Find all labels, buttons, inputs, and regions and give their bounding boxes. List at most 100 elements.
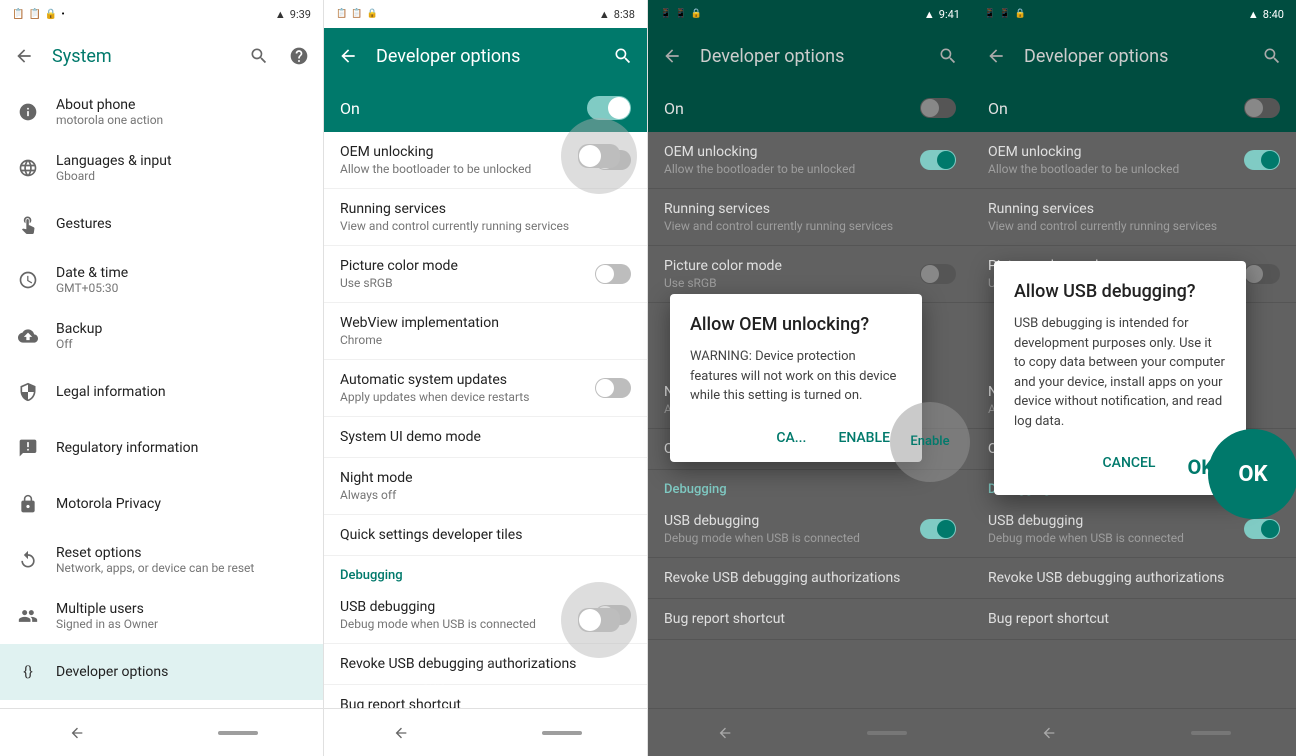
about-phone-label: About phone [56,97,163,113]
about-phone-text: About phone motorola one action [56,97,163,127]
sidebar-item-developer[interactable]: {} Developer options [0,644,323,700]
setting-system-ui-demo[interactable]: System UI demo mode [324,417,647,458]
night-mode-sub-2: Always off [340,488,631,502]
enable-btn-highlighted[interactable]: Enable [910,434,949,449]
running-services-sub: View and control currently running servi… [340,219,631,233]
setting-quick-tiles[interactable]: Quick settings developer tiles [324,515,647,556]
on-label-2: On [340,99,360,118]
oem-title: OEM unlocking [340,144,531,160]
reset-sub: Network, apps, or device can be reset [56,561,254,575]
regulatory-label: Regulatory information [56,440,198,456]
sidebar-item-motorola-privacy[interactable]: Motorola Privacy [0,476,323,532]
backup-text: Backup Off [56,321,102,351]
sidebar-item-legal[interactable]: Legal information [0,364,323,420]
picture-title: Picture color mode [340,258,458,274]
dot-icon: • [61,9,64,20]
setting-picture-color[interactable]: Picture color mode Use sRGB [324,246,647,303]
gestures-text: Gestures [56,216,112,232]
webview-sub: Chrome [340,333,631,347]
search-button-2[interactable] [611,44,635,68]
usb-debug-title: USB debugging [340,599,536,615]
help-button[interactable] [287,44,311,68]
date-time-label: Date & time [56,265,128,281]
dev-options-title: Developer options [376,46,595,67]
wifi-icon-2: ▲ [599,8,610,21]
setting-bug-report[interactable]: Bug report shortcut [324,685,647,708]
language-icon [16,156,40,180]
on-toggle-2[interactable] [587,96,631,120]
languages-text: Languages & input Gboard [56,153,172,183]
sidebar-item-languages[interactable]: Languages & input Gboard [0,140,323,196]
picture-row: Picture color mode Use sRGB [340,258,631,290]
revoke-usb-title: Revoke USB debugging authorizations [340,656,631,672]
users-sub: Signed in as Owner [56,617,158,631]
motorola-privacy-text: Motorola Privacy [56,496,161,512]
back-nav-1[interactable] [65,721,89,745]
usb-cancel-button[interactable]: Cancel [1091,447,1168,487]
usb-dialog: Allow USB debugging? USB debugging is in… [994,261,1246,495]
back-nav-2[interactable] [389,721,413,745]
reset-text: Reset options Network, apps, or device c… [56,545,254,575]
sidebar-item-regulatory[interactable]: Regulatory information [0,420,323,476]
reset-label: Reset options [56,545,254,561]
oem-text: OEM unlocking Allow the bootloader to be… [340,144,531,176]
enable-circle-highlight: Enable [890,402,970,482]
nav-list: About phone motorola one action Language… [0,84,323,708]
usb-dialog-title: Allow USB debugging? [1014,281,1226,302]
about-phone-sub: motorola one action [56,113,163,127]
usb-toggle-highlighted[interactable] [578,608,620,632]
lock-icon: 🔒 [45,9,57,20]
usb-toggle-knob-h [579,609,601,631]
usb-circle-highlight [561,582,637,658]
app-bar-dev-options: Developer options [324,28,647,84]
status-right-2: ▲ 8:38 [599,8,635,21]
backup-sub: Off [56,337,102,351]
app-title-system: System [52,46,231,67]
wifi-icon: ▲ [275,8,286,21]
oem-toggle-knob-h [579,145,601,167]
sidebar-item-system-updates[interactable]: System updates Updated to Android 9 [0,700,323,708]
status-right-1: ▲ 9:39 [275,8,311,21]
users-label: Multiple users [56,601,158,617]
usb-circle-container [561,582,637,658]
motorola-privacy-label: Motorola Privacy [56,496,161,512]
setting-running-services[interactable]: Running services View and control curren… [324,189,647,246]
setting-webview[interactable]: WebView implementation Chrome [324,303,647,360]
sidebar-item-date-time[interactable]: Date & time GMT+05:30 [0,252,323,308]
legal-text: Legal information [56,384,166,400]
back-button-1[interactable] [12,44,36,68]
sidebar-item-reset[interactable]: Reset options Network, apps, or device c… [0,532,323,588]
regulatory-text: Regulatory information [56,440,198,456]
panel-oem-dialog: 📱📱🔒 ▲ 9:41 Developer options On OEM unlo… [648,0,972,756]
oem-cancel-button[interactable]: Ca... [764,422,818,454]
date-time-text: Date & time GMT+05:30 [56,265,128,295]
languages-label: Languages & input [56,153,172,169]
setting-night-mode[interactable]: Night mode Always off [324,458,647,515]
oem-toggle-highlighted[interactable] [578,144,620,168]
search-button-1[interactable] [247,44,271,68]
sidebar-item-backup[interactable]: Backup Off [0,308,323,364]
picture-toggle[interactable] [595,264,631,284]
sidebar-item-gestures[interactable]: Gestures [0,196,323,252]
date-time-sub: GMT+05:30 [56,281,128,295]
usb-dialog-actions: Cancel OK [1014,447,1226,487]
oem-dialog-actions: Ca... Enable [690,422,902,454]
auto-updates-sub: Apply updates when device restarts [340,390,529,404]
gestures-label: Gestures [56,216,112,232]
setting-auto-updates[interactable]: Automatic system updates Apply updates w… [324,360,647,417]
auto-updates-text: Automatic system updates Apply updates w… [340,372,529,404]
regulatory-icon [16,436,40,460]
running-services-title: Running services [340,201,631,217]
quick-tiles-title-2: Quick settings developer tiles [340,527,631,543]
oem-circle-container [561,118,637,194]
oem-circle-highlight [561,118,637,194]
auto-updates-toggle[interactable] [595,378,631,398]
oem-sub: Allow the bootloader to be unlocked [340,162,531,176]
sim-icon: 📋 [12,9,24,20]
bottom-nav-1 [0,708,323,756]
panel-system-settings: 📋 📋 🔒 • ▲ 9:39 System About phone [0,0,324,756]
ok-btn-highlighted[interactable]: OK [1238,462,1267,487]
sidebar-item-about-phone[interactable]: About phone motorola one action [0,84,323,140]
back-button-2[interactable] [336,44,360,68]
sidebar-item-users[interactable]: Multiple users Signed in as Owner [0,588,323,644]
